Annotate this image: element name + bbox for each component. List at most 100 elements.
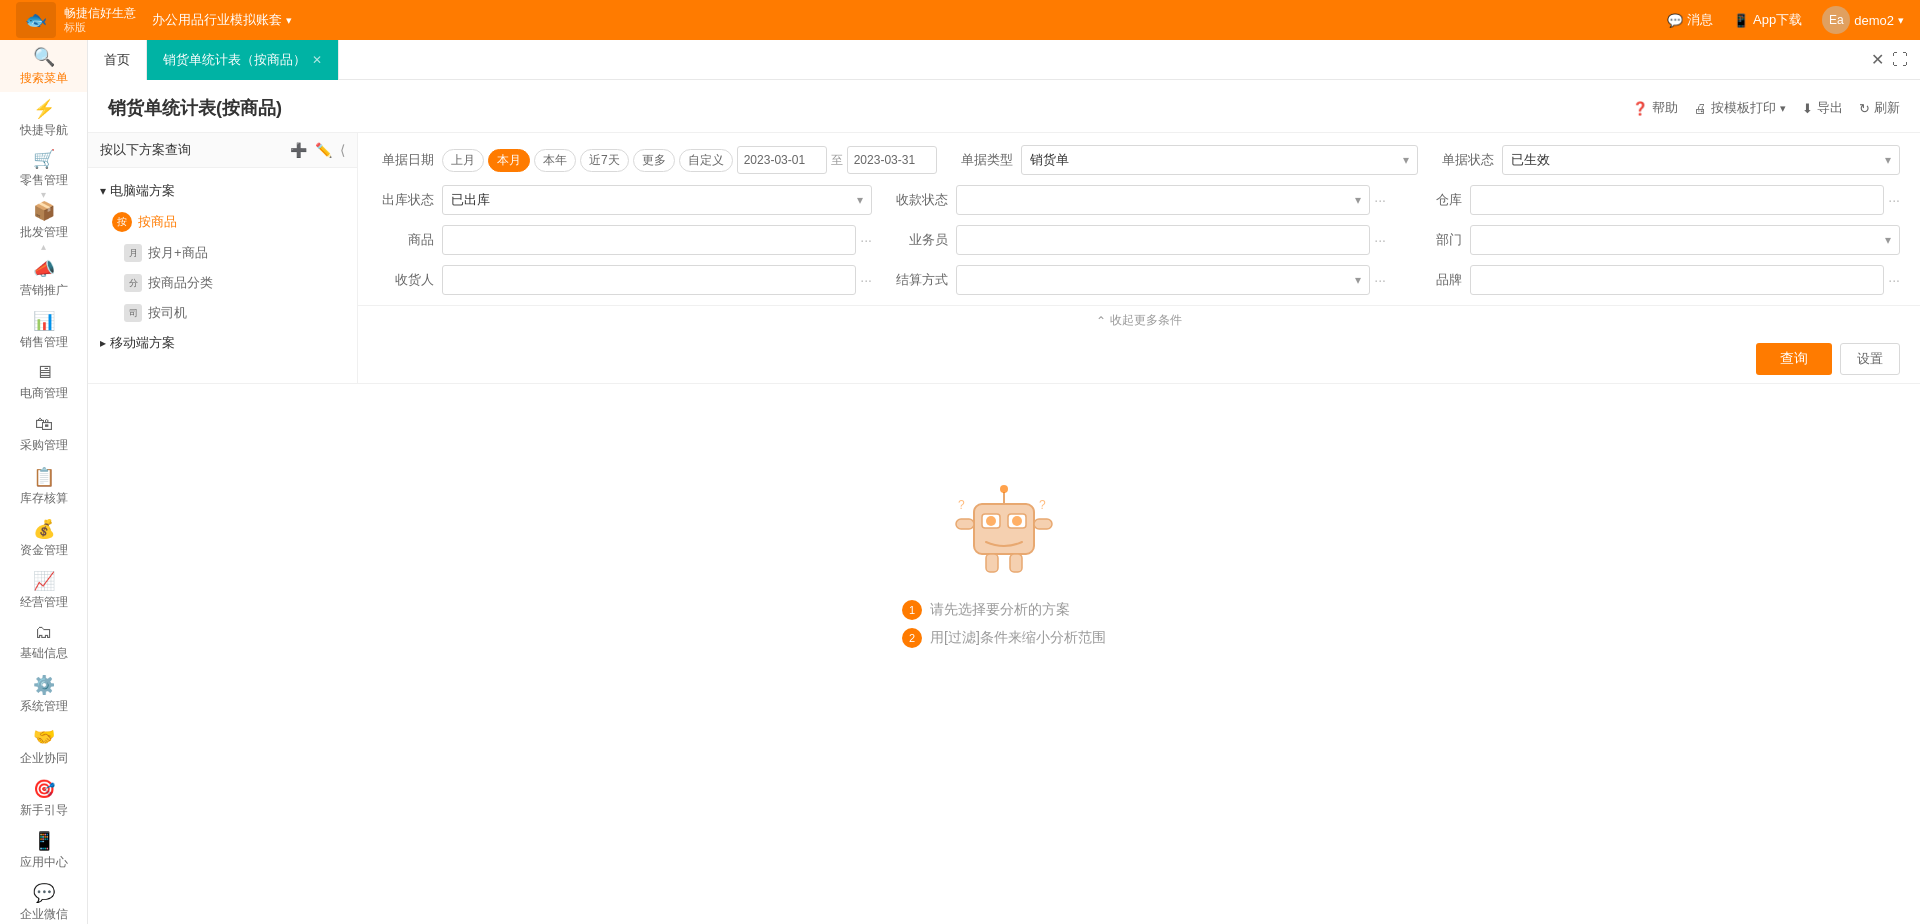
receivestatus-select[interactable]: ▾ [956,185,1370,215]
sidebar-item-wholesale[interactable]: 📦 批发管理 ▴ [0,200,87,252]
field-receivestatus-label: 收款状态 [892,191,948,209]
receiver-input[interactable] [442,265,856,295]
docstatus-value: 已生效 [1511,151,1885,169]
settlement-select[interactable]: ▾ [956,265,1370,295]
message-btn[interactable]: 💬 消息 [1667,11,1713,29]
doctype-select[interactable]: 销货单 ▾ [1021,145,1419,175]
sidebar-item-enterprise[interactable]: 🤝 企业协同 [0,720,87,772]
svg-rect-8 [1034,519,1052,529]
scheme-item-by-product[interactable]: 按 按商品 [88,206,357,238]
pill-last-month[interactable]: 上月 [442,149,484,172]
field-warehouse-control: ··· [1470,185,1900,215]
sidebar-item-quick-nav[interactable]: ⚡ 快捷导航 [0,92,87,144]
field-doctype: 单据类型 销货单 ▾ [957,145,1419,175]
collapse-arrow-icon: ⌃ [1096,314,1106,328]
app-title: 畅捷信好生意 标版 [64,6,136,34]
scheme-item-icon-active: 按 [112,212,132,232]
window-close-icon[interactable]: ✕ [1871,50,1884,69]
field-product-control: ··· [442,225,872,255]
sidebar-item-ecommerce[interactable]: 🖥 电商管理 [0,356,87,408]
scheme-item-by-category[interactable]: 分 按商品分类 [88,268,357,298]
query-button[interactable]: 查询 [1756,343,1832,375]
field-department-control: ▾ [1470,225,1900,255]
pill-this-year[interactable]: 本年 [534,149,576,172]
field-date: 单据日期 上月 本月 本年 近7天 更多 自定义 [378,145,937,175]
empty-icon: ? ? [944,464,1064,584]
field-warehouse: 仓库 ··· [1406,185,1900,215]
filter-and-action: 单据日期 上月 本月 本年 近7天 更多 自定义 [358,133,1920,383]
app-download-btn[interactable]: 📱 App下载 [1733,11,1802,29]
user-menu[interactable]: Ea demo2 ▾ [1822,6,1904,34]
collapse-tree-icon[interactable]: ⟨ [340,142,345,158]
window-maximize-icon[interactable]: ⛶ [1892,51,1908,69]
receiver-dots[interactable]: ··· [856,272,872,288]
filter-row-2: 出库状态 已出库 ▾ 收款状态 [378,185,1900,215]
warehouse-dots[interactable]: ··· [1884,192,1900,208]
scheme-group-desktop-header[interactable]: ▾ 电脑端方案 [88,176,357,206]
collapse-btn[interactable]: ⌃ 收起更多条件 [358,305,1920,335]
scheme-item-by-month-product[interactable]: 月 按月+商品 [88,238,357,268]
filter-panel: 按以下方案查询 ➕ ✏️ ⟨ ▾ 电脑端方案 [88,133,1920,384]
sidebar-item-system[interactable]: ⚙️ 系统管理 [0,668,87,720]
svg-point-4 [1012,516,1022,526]
sidebar-item-search[interactable]: 🔍 搜索菜单 [0,40,87,92]
brand-input[interactable] [1470,265,1884,295]
settlement-dots[interactable]: ··· [1370,272,1386,288]
sidebar-item-retail[interactable]: 🛒 零售管理 ▾ [0,148,87,200]
salesperson-dots[interactable]: ··· [1370,232,1386,248]
pill-last-7-days[interactable]: 近7天 [580,149,629,172]
field-date-label: 单据日期 [378,151,434,169]
export-btn[interactable]: ⬇ 导出 [1802,99,1843,117]
field-receivestatus: 收款状态 ▾ ··· [892,185,1386,215]
receivestatus-dots[interactable]: ··· [1370,192,1386,208]
industry-selector[interactable]: 办公用品行业模拟账套 ▾ [144,7,300,33]
tab-home[interactable]: 首页 [88,40,147,80]
outstatus-select[interactable]: 已出库 ▾ [442,185,872,215]
tab-sales-stat[interactable]: 销货单统计表（按商品） ✕ [147,40,339,80]
sidebar-item-basic[interactable]: 🗂 基础信息 [0,616,87,668]
date-from-input[interactable] [737,146,827,174]
edit-scheme-icon[interactable]: ✏️ [315,142,332,158]
sidebar-item-marketing[interactable]: 📣 营销推广 [0,252,87,304]
search-icon: 🔍 [33,46,55,68]
setting-button[interactable]: 设置 [1840,343,1900,375]
arrow-icon2: ▴ [41,241,46,252]
filter-row-1: 单据日期 上月 本月 本年 近7天 更多 自定义 [378,145,1900,175]
help-btn[interactable]: ❓ 帮助 [1632,99,1678,117]
docstatus-select[interactable]: 已生效 ▾ [1502,145,1900,175]
appcenter-icon: 📱 [33,830,55,852]
field-salesperson: 业务员 ··· [892,225,1386,255]
sidebar-item-finance[interactable]: 💰 资金管理 [0,512,87,564]
field-receiver-control: ··· [442,265,872,295]
sidebar-item-sales[interactable]: 📊 销售管理 [0,304,87,356]
refresh-btn[interactable]: ↻ 刷新 [1859,99,1900,117]
sidebar-item-operation[interactable]: 📈 经营管理 [0,564,87,616]
tab-expand: ✕ ⛶ [1859,50,1920,69]
sidebar-item-wechat[interactable]: 💬 企业微信 [0,876,87,924]
sidebar-item-appcenter[interactable]: 📱 应用中心 [0,824,87,876]
action-btn-row: 查询 设置 [358,335,1920,383]
sidebar-item-purchase[interactable]: 🛍 采购管理 [0,408,87,460]
empty-tip-num-2: 2 [902,628,922,648]
product-dots[interactable]: ··· [856,232,872,248]
pill-custom[interactable]: 自定义 [679,149,733,172]
sidebar-item-newguide[interactable]: 🎯 新手引导 [0,772,87,824]
pill-more[interactable]: 更多 [633,149,675,172]
scheme-item-by-cashier[interactable]: 司 按司机 [88,298,357,328]
sidebar: 🔍 搜索菜单 ⚡ 快捷导航 🛒 零售管理 ▾ 📦 批发管理 ▴ 📣 营销推广 [0,40,88,924]
sidebar-item-inventory[interactable]: 📋 库存核算 [0,460,87,512]
message-icon: 💬 [1667,13,1683,28]
pill-this-month[interactable]: 本月 [488,149,530,172]
warehouse-input[interactable] [1470,185,1884,215]
date-to-input[interactable] [847,146,937,174]
brand-dots[interactable]: ··· [1884,272,1900,288]
page-actions: ❓ 帮助 🖨 按模板打印 ▾ ⬇ 导出 ↻ [1632,99,1900,117]
tab-close-icon[interactable]: ✕ [312,53,322,67]
scheme-group-mobile: ▸ 移动端方案 [88,328,357,358]
add-scheme-icon[interactable]: ➕ [290,142,307,158]
department-select[interactable]: ▾ [1470,225,1900,255]
scheme-group-mobile-header[interactable]: ▸ 移动端方案 [88,328,357,358]
print-btn[interactable]: 🖨 按模板打印 ▾ [1694,99,1786,117]
salesperson-input[interactable] [956,225,1370,255]
product-input[interactable] [442,225,856,255]
